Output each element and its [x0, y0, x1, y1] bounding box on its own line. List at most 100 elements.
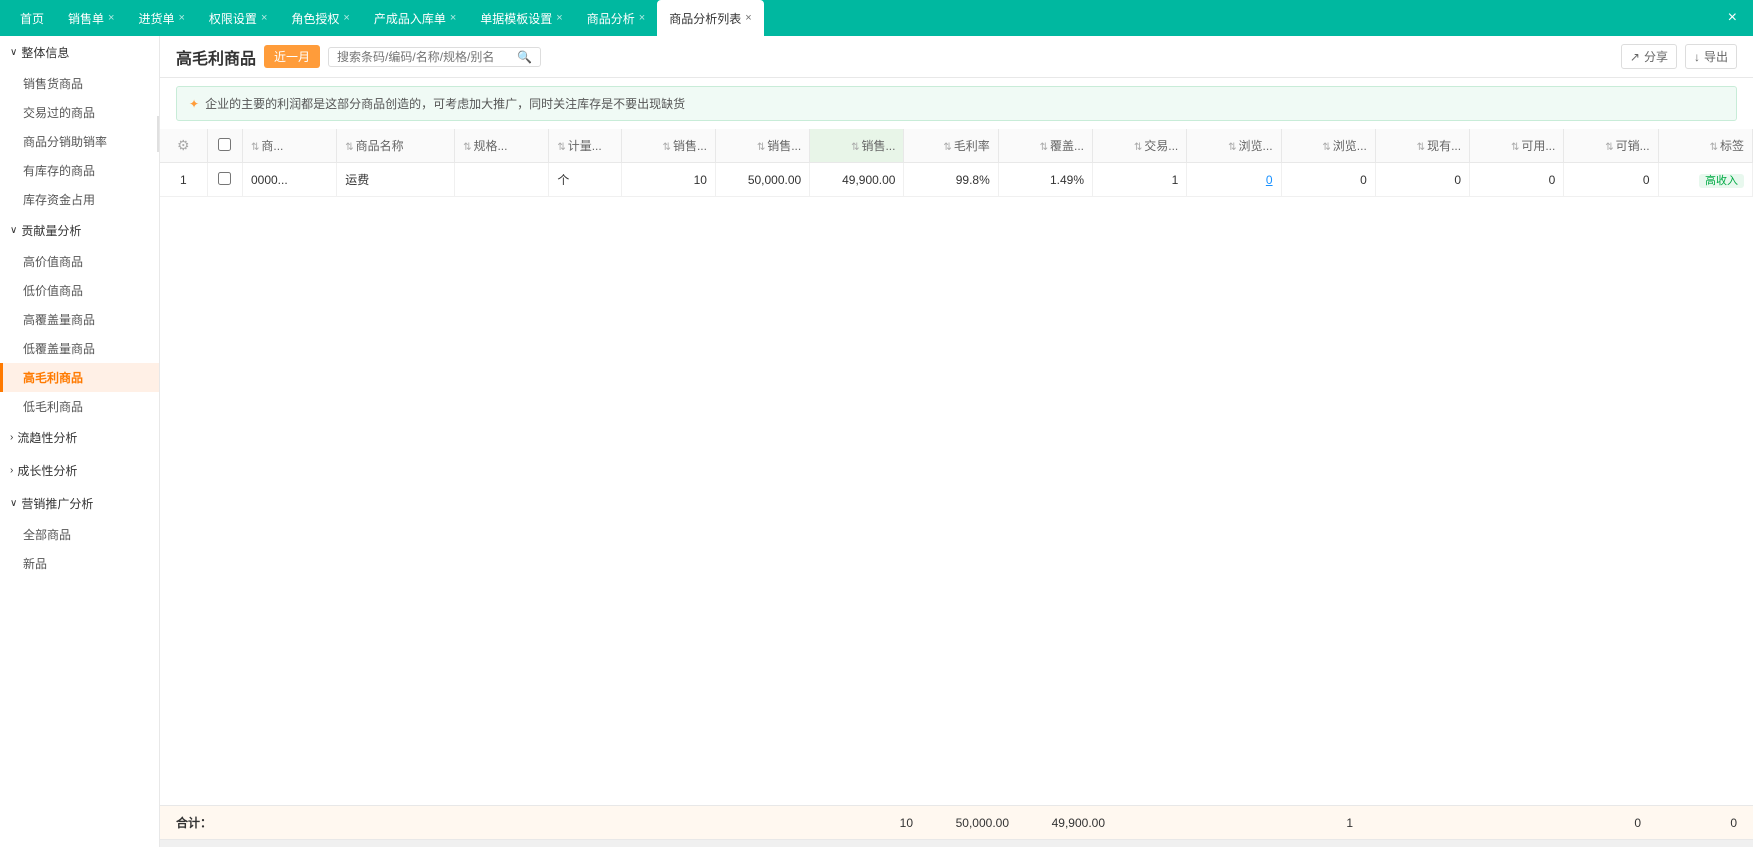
col-header-transaction[interactable]: ⇅交易...: [1093, 129, 1187, 163]
section-label-contribution: 贡献量分析: [21, 222, 81, 239]
search-icon[interactable]: 🔍: [517, 50, 532, 64]
cell-sales-amount: 50,000.00: [715, 163, 809, 197]
nav-product-analysis-list[interactable]: 商品分析列表 ×: [657, 0, 763, 36]
page-title: 高毛利商品: [176, 45, 256, 69]
section-arrow-marketing: ∨: [10, 498, 17, 509]
footer-transaction: 1: [1273, 816, 1353, 830]
bottom-scrollbar[interactable]: [160, 839, 1753, 847]
nav-home[interactable]: 首页: [8, 0, 56, 36]
cell-seq: 1: [160, 163, 207, 197]
col-header-coverage[interactable]: ⇅覆盖...: [998, 129, 1092, 163]
sidebar-item-all-goods[interactable]: 全部商品: [0, 520, 159, 549]
nav-purchase-order[interactable]: 进货单 ×: [126, 0, 196, 36]
view1-link[interactable]: 0: [1266, 173, 1273, 187]
cell-tag: 高收入: [1658, 163, 1752, 197]
section-arrow-contribution: ∨: [10, 225, 17, 236]
share-icon: ↗: [1630, 50, 1640, 64]
col-header-check[interactable]: [207, 129, 242, 163]
close-window-button[interactable]: ×: [1720, 9, 1745, 27]
sidebar-section-growth[interactable]: › 成长性分析: [0, 454, 159, 487]
table-row: 1 0000... 运费 个 10 50,000.00 49,900.00 99…: [160, 163, 1753, 197]
close-template-settings[interactable]: ×: [556, 12, 562, 24]
col-header-sales-amount[interactable]: ⇅销售...: [715, 129, 809, 163]
col-header-stock-available[interactable]: ⇅可用...: [1470, 129, 1564, 163]
cell-name: 运费: [337, 163, 455, 197]
data-table-container[interactable]: ⚙ ⇅商... ⇅商品名称 ⇅规格...: [160, 129, 1753, 805]
close-product-analysis[interactable]: ×: [639, 12, 645, 24]
sidebar-item-traded-goods[interactable]: 交易过的商品: [0, 98, 159, 127]
cell-coverage: 1.49%: [998, 163, 1092, 197]
search-input[interactable]: [337, 50, 517, 64]
sidebar-item-high-value[interactable]: 高价值商品: [0, 247, 159, 276]
sidebar-section-overall[interactable]: ∨ 整体信息: [0, 36, 159, 69]
nav-product-analysis[interactable]: 商品分析 ×: [575, 0, 657, 36]
sidebar-section-marketing[interactable]: ∨ 营销推广分析: [0, 487, 159, 520]
col-header-view1[interactable]: ⇅浏览...: [1187, 129, 1281, 163]
col-header-stock-saleable[interactable]: ⇅可销...: [1564, 129, 1658, 163]
close-permission-settings[interactable]: ×: [261, 12, 267, 24]
close-role-auth[interactable]: ×: [343, 12, 349, 24]
content-area: 高毛利商品 近一月 🔍 ↗ 分享 ↓ 导出 ✦ 企业的主要的利润都是这部分商品创…: [160, 36, 1753, 847]
sidebar-item-low-margin[interactable]: 低毛利商品: [0, 392, 159, 421]
nav-template-settings[interactable]: 单据模板设置 ×: [468, 0, 574, 36]
col-header-spec[interactable]: ⇅规格...: [455, 129, 549, 163]
col-header-stock-current[interactable]: ⇅现有...: [1375, 129, 1469, 163]
export-button[interactable]: ↓ 导出: [1685, 44, 1737, 69]
nav-permission-settings[interactable]: 权限设置 ×: [197, 0, 279, 36]
sidebar-section-flow[interactable]: › 流趋性分析: [0, 421, 159, 454]
sidebar-item-sales-goods[interactable]: 销售货商品: [0, 69, 159, 98]
sidebar-item-new-goods[interactable]: 新品: [0, 549, 159, 578]
col-header-sales-profit[interactable]: ⇅销售...: [810, 129, 904, 163]
select-all-checkbox[interactable]: [218, 138, 231, 151]
section-arrow-overall: ∨: [10, 47, 17, 58]
sidebar-item-distribution-rate[interactable]: 商品分销助销率: [0, 127, 159, 156]
data-table: ⚙ ⇅商... ⇅商品名称 ⇅规格...: [160, 129, 1753, 197]
nav-product-inbound[interactable]: 产成品入库单 ×: [362, 0, 468, 36]
close-product-analysis-list[interactable]: ×: [745, 12, 751, 24]
row-checkbox[interactable]: [218, 172, 231, 185]
search-box: 🔍: [328, 47, 541, 67]
tag-high-income-badge: 高收入: [1699, 174, 1744, 188]
col-header-tag[interactable]: ⇅标签: [1658, 129, 1752, 163]
cell-sales-profit: 49,900.00: [810, 163, 904, 197]
sidebar-item-stocked-goods[interactable]: 有库存的商品: [0, 156, 159, 185]
cell-view2: 0: [1281, 163, 1375, 197]
share-button[interactable]: ↗ 分享: [1621, 44, 1677, 69]
close-purchase-order[interactable]: ×: [178, 12, 184, 24]
cell-unit: 个: [549, 163, 621, 197]
col-header-seq: ⚙: [160, 129, 207, 163]
sidebar-section-contribution[interactable]: ∨ 贡献量分析: [0, 214, 159, 247]
content-header: 高毛利商品 近一月 🔍 ↗ 分享 ↓ 导出: [160, 36, 1753, 78]
sidebar-item-low-value[interactable]: 低价值商品: [0, 276, 159, 305]
nav-sales-order[interactable]: 销售单 ×: [56, 0, 126, 36]
col-header-code[interactable]: ⇅商...: [242, 129, 336, 163]
sidebar-item-low-coverage[interactable]: 低覆盖量商品: [0, 334, 159, 363]
nav-role-auth[interactable]: 角色授权 ×: [279, 0, 361, 36]
close-sales-order[interactable]: ×: [108, 12, 114, 24]
col-header-unit[interactable]: ⇅计量...: [549, 129, 621, 163]
footer-stock-current: 0: [1561, 816, 1641, 830]
cell-gross-rate: 99.8%: [904, 163, 998, 197]
close-product-inbound[interactable]: ×: [450, 12, 456, 24]
cell-transaction: 1: [1093, 163, 1187, 197]
col-header-name[interactable]: ⇅商品名称: [337, 129, 455, 163]
export-icon: ↓: [1694, 50, 1700, 64]
sidebar-item-high-coverage[interactable]: 高覆盖量商品: [0, 305, 159, 334]
col-header-gross-rate[interactable]: ⇅毛利率: [904, 129, 998, 163]
sidebar-item-stock-capital[interactable]: 库存资金占用: [0, 185, 159, 214]
table-header-row: ⚙ ⇅商... ⇅商品名称 ⇅规格...: [160, 129, 1753, 163]
col-header-sales-qty[interactable]: ⇅销售...: [621, 129, 715, 163]
section-label-flow: 流趋性分析: [17, 429, 77, 446]
info-banner-text: 企业的主要的利润都是这部分商品创造的，可考虑加大推广，同时关注库存是不要出现缺货: [205, 95, 685, 112]
cell-stock-current: 0: [1375, 163, 1469, 197]
time-filter-button[interactable]: 近一月: [264, 45, 320, 68]
top-navigation: 首页 销售单 × 进货单 × 权限设置 × 角色授权 × 产成品入库单 × 单据…: [0, 0, 1753, 36]
col-header-view2[interactable]: ⇅浏览...: [1281, 129, 1375, 163]
cell-check[interactable]: [207, 163, 242, 197]
section-arrow-flow: ›: [10, 432, 13, 443]
section-label-growth: 成长性分析: [17, 462, 77, 479]
section-label-marketing: 营销推广分析: [21, 495, 93, 512]
table-footer: 合计： 10 50,000.00 49,900.00 1 0 0: [160, 805, 1753, 839]
cell-view1[interactable]: 0: [1187, 163, 1281, 197]
sidebar-item-high-margin[interactable]: 高毛利商品: [0, 363, 159, 392]
